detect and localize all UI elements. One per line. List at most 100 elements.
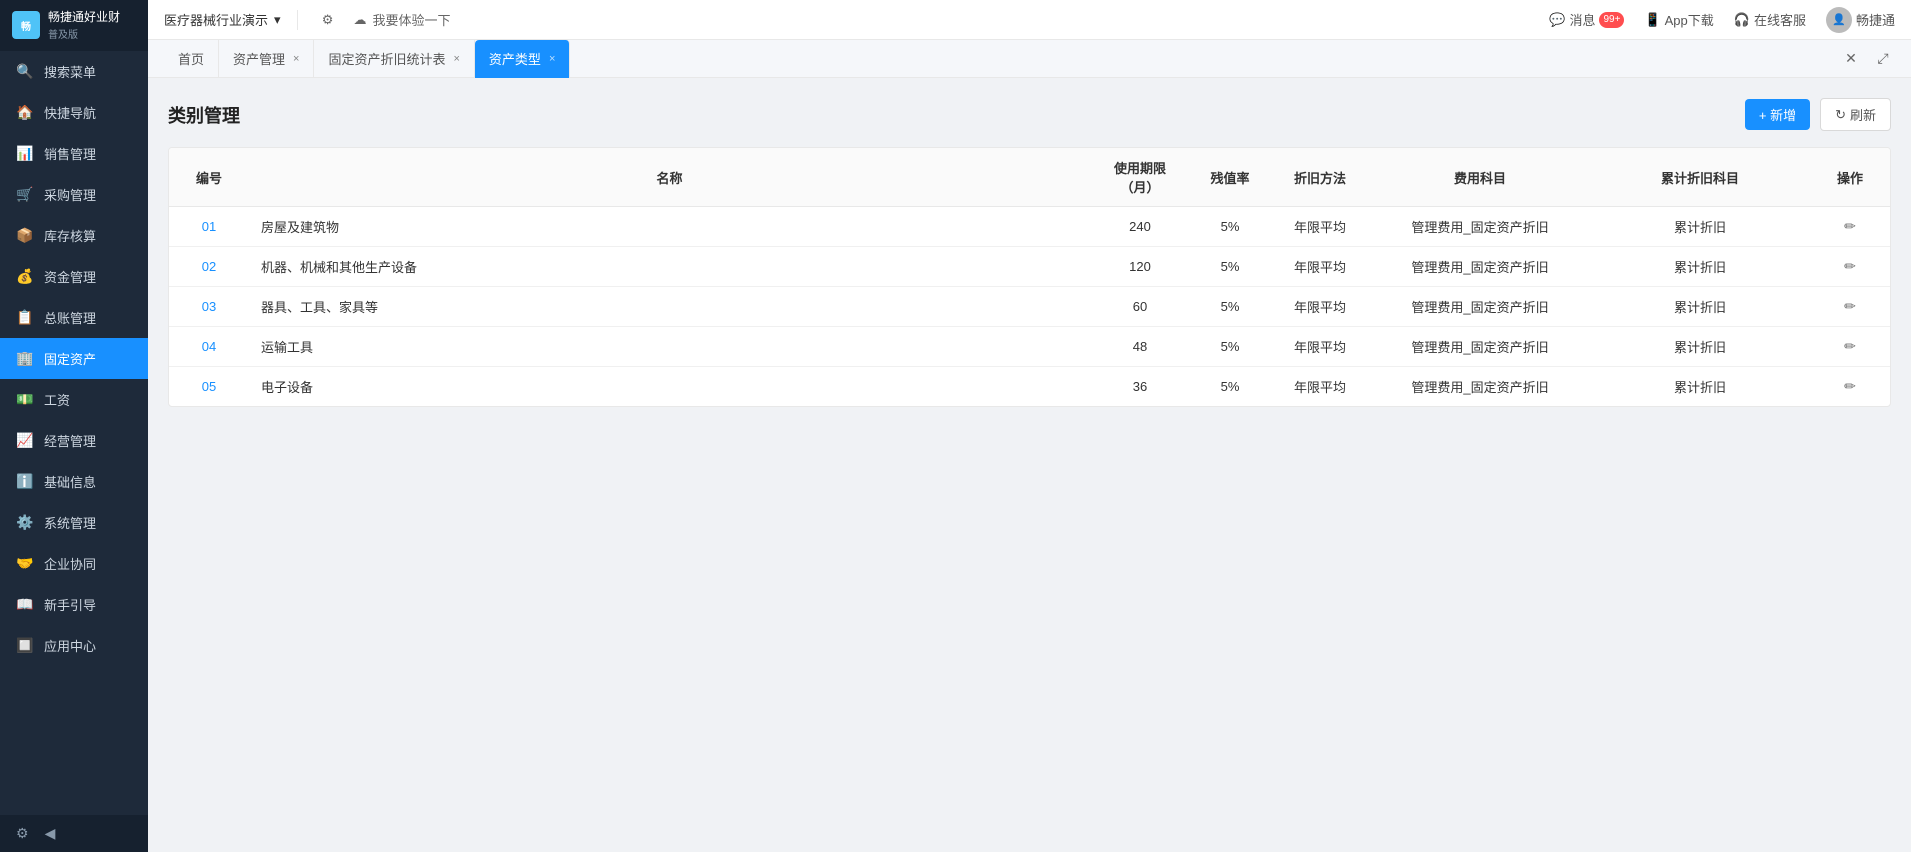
messages-btn[interactable]: 💬 消息 99+ (1549, 10, 1624, 29)
sidebar-label-capital: 资金管理 (44, 267, 96, 286)
cell-accum: 累计折旧 (1590, 287, 1810, 327)
cell-action: ✏ (1810, 367, 1890, 407)
experience-label: 我要体验一下 (373, 10, 451, 29)
edit-icon[interactable]: ✏ (1844, 218, 1856, 234)
row-no-link[interactable]: 03 (202, 299, 216, 314)
avatar: 👤 (1826, 7, 1852, 33)
dropdown-icon: ▾ (274, 12, 281, 28)
cell-accum: 累计折旧 (1590, 367, 1810, 407)
cell-name: 机器、机械和其他生产设备 (249, 247, 1090, 287)
edit-icon[interactable]: ✏ (1844, 298, 1856, 314)
sidebar-item-guide[interactable]: 📖 新手引导 (0, 584, 148, 625)
cell-period: 60 (1090, 287, 1190, 327)
topbar-divider (297, 10, 298, 30)
col-header-residual: 残值率 (1190, 148, 1270, 207)
row-no-link[interactable]: 05 (202, 379, 216, 394)
cell-name: 房屋及建筑物 (249, 207, 1090, 247)
sidebar-item-ledger[interactable]: 📋 总账管理 (0, 297, 148, 338)
sidebar-icon-purchase: 🛒 (16, 185, 34, 203)
sidebar-item-payroll[interactable]: 💵 工资 (0, 379, 148, 420)
user-menu[interactable]: 👤 畅捷通 (1826, 7, 1895, 33)
table-row: 02 机器、机械和其他生产设备 120 5% 年限平均 管理费用_固定资产折旧 … (169, 247, 1890, 287)
topbar: 医疗器械行业演示 ▾ ⚙ ☁ 我要体验一下 💬 消息 99+ 📱 App下载 🎧… (148, 0, 1911, 40)
messages-icon: 💬 (1549, 12, 1565, 28)
sidebar-label-payroll: 工资 (44, 390, 70, 409)
sidebar-item-purchase[interactable]: 🛒 采购管理 (0, 174, 148, 215)
messages-badge: 99+ (1599, 12, 1624, 28)
cell-action: ✏ (1810, 247, 1890, 287)
cell-method: 年限平均 (1270, 327, 1370, 367)
topbar-settings-icon[interactable]: ⚙ (314, 6, 342, 34)
company-selector[interactable]: 医疗器械行业演示 ▾ (164, 10, 281, 29)
app-download-label: App下载 (1665, 10, 1714, 29)
tab-close-btn[interactable]: ✕ (1839, 47, 1863, 71)
tab-home[interactable]: 首页 (164, 40, 219, 78)
cell-residual: 5% (1190, 207, 1270, 247)
sidebar-item-inventory[interactable]: 📦 库存核算 (0, 215, 148, 256)
edit-icon[interactable]: ✏ (1844, 258, 1856, 274)
refresh-button[interactable]: ↻ 刷新 (1820, 98, 1891, 131)
sidebar-label-purchase: 采购管理 (44, 185, 96, 204)
tab-asset-type-label: 资产类型 (489, 49, 541, 68)
cell-method: 年限平均 (1270, 207, 1370, 247)
tab-asset-mgmt-close[interactable]: × (293, 53, 299, 65)
tab-depreciation[interactable]: 固定资产折旧统计表 × (314, 40, 474, 78)
row-no-link[interactable]: 04 (202, 339, 216, 354)
sidebar-item-app-center[interactable]: 🔲 应用中心 (0, 625, 148, 666)
sidebar: 畅 畅捷通好业财 普及版 🔍 搜索菜单 🏠 快捷导航 📊 销售管理 🛒 采购管理… (0, 0, 148, 852)
cell-no: 04 (169, 327, 249, 367)
online-service-btn[interactable]: 🎧 在线客服 (1734, 10, 1806, 29)
cell-period: 36 (1090, 367, 1190, 407)
sidebar-item-quick-nav[interactable]: 🏠 快捷导航 (0, 92, 148, 133)
sidebar-label-fixed-assets: 固定资产 (44, 349, 96, 368)
app-download-btn[interactable]: 📱 App下载 (1644, 10, 1713, 29)
row-no-link[interactable]: 01 (202, 219, 216, 234)
cell-method: 年限平均 (1270, 287, 1370, 327)
cell-name: 电子设备 (249, 367, 1090, 407)
col-header-method: 折旧方法 (1270, 148, 1370, 207)
sidebar-item-capital[interactable]: 💰 资金管理 (0, 256, 148, 297)
table-row: 03 器具、工具、家具等 60 5% 年限平均 管理费用_固定资产折旧 累计折旧… (169, 287, 1890, 327)
main-area: 医疗器械行业演示 ▾ ⚙ ☁ 我要体验一下 💬 消息 99+ 📱 App下载 🎧… (148, 0, 1911, 852)
sidebar-item-search[interactable]: 🔍 搜索菜单 (0, 51, 148, 92)
settings-icon[interactable]: ⚙ (16, 825, 29, 842)
cell-period: 240 (1090, 207, 1190, 247)
cell-expense: 管理费用_固定资产折旧 (1370, 327, 1590, 367)
sidebar-label-guide: 新手引导 (44, 595, 96, 614)
collapse-icon[interactable]: ◀ (45, 825, 56, 842)
sidebar-icon-capital: 💰 (16, 267, 34, 285)
cell-no: 03 (169, 287, 249, 327)
sidebar-icon-operations: 📈 (16, 431, 34, 449)
cell-method: 年限平均 (1270, 367, 1370, 407)
cell-method: 年限平均 (1270, 247, 1370, 287)
sidebar-icon-basic-info: ℹ️ (16, 472, 34, 490)
cell-residual: 5% (1190, 247, 1270, 287)
cell-name: 器具、工具、家具等 (249, 287, 1090, 327)
new-button[interactable]: + 新增 (1745, 99, 1810, 130)
sidebar-item-fixed-assets[interactable]: 🏢 固定资产 (0, 338, 148, 379)
experience-btn[interactable]: ☁ 我要体验一下 (354, 10, 451, 29)
col-header-period: 使用期限（月） (1090, 148, 1190, 207)
sidebar-item-sales[interactable]: 📊 销售管理 (0, 133, 148, 174)
tab-asset-type-close[interactable]: × (549, 53, 555, 65)
sidebar-item-basic-info[interactable]: ℹ️ 基础信息 (0, 461, 148, 502)
sidebar-item-enterprise[interactable]: 🤝 企业协同 (0, 543, 148, 584)
tab-depreciation-close[interactable]: × (453, 53, 459, 65)
row-no-link[interactable]: 02 (202, 259, 216, 274)
edit-icon[interactable]: ✏ (1844, 338, 1856, 354)
sidebar-icon-payroll: 💵 (16, 390, 34, 408)
sidebar-label-search: 搜索菜单 (44, 62, 96, 81)
sidebar-item-system[interactable]: ⚙️ 系统管理 (0, 502, 148, 543)
cell-period: 120 (1090, 247, 1190, 287)
edit-icon[interactable]: ✏ (1844, 378, 1856, 394)
table-row: 04 运输工具 48 5% 年限平均 管理费用_固定资产折旧 累计折旧 ✏ (169, 327, 1890, 367)
cell-expense: 管理费用_固定资产折旧 (1370, 367, 1590, 407)
refresh-icon: ↻ (1835, 107, 1846, 123)
cell-name: 运输工具 (249, 327, 1090, 367)
sidebar-icon-system: ⚙️ (16, 513, 34, 531)
sidebar-item-operations[interactable]: 📈 经营管理 (0, 420, 148, 461)
tab-expand-btn[interactable]: ⤢ (1871, 47, 1895, 71)
tab-asset-mgmt[interactable]: 资产管理 × (219, 40, 314, 78)
tab-asset-type[interactable]: 资产类型 × (475, 40, 570, 78)
cell-action: ✏ (1810, 327, 1890, 367)
